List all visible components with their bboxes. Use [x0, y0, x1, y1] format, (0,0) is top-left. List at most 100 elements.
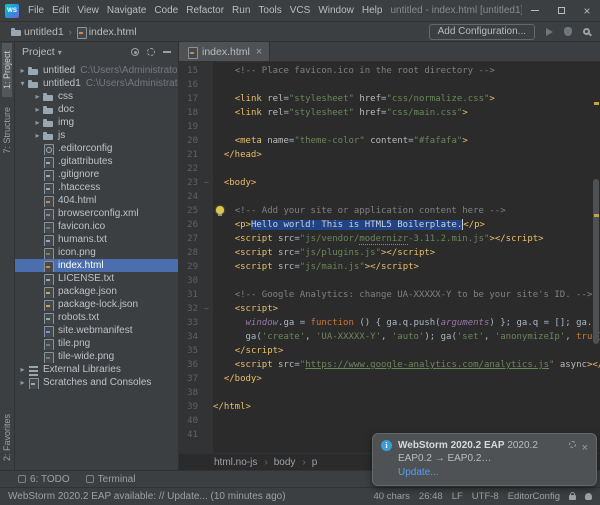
line-number[interactable]: 28 — [179, 246, 202, 260]
breadcrumb-html-no-js[interactable]: html.no-js — [211, 457, 271, 468]
tool-button-6-todo[interactable]: 6: TODO — [18, 474, 70, 485]
locate-file-icon[interactable] — [131, 48, 139, 56]
code-text[interactable]: </head> — [211, 148, 600, 162]
line-number[interactable]: 19 — [179, 120, 202, 134]
tree-item-favicon-ico[interactable]: favicon.ico — [15, 220, 178, 233]
code-text[interactable]: window.ga = function () { ga.q.push(argu… — [211, 316, 600, 330]
tree-item-tile-png[interactable]: tile.png — [15, 337, 178, 350]
menu-run[interactable]: Run — [228, 0, 254, 21]
lock-icon[interactable] — [569, 492, 576, 500]
menu-navigate[interactable]: Navigate — [103, 0, 150, 21]
tool-button-2-favorites[interactable]: 2: Favorites — [2, 406, 12, 469]
tool-button-7-structure[interactable]: 7: Structure — [2, 99, 12, 162]
status-editorconfig[interactable]: EditorConfig — [508, 491, 560, 502]
code-text[interactable] — [211, 190, 600, 204]
tree-item-scratches-and-consoles[interactable]: ▸ Scratches and Consoles — [15, 376, 178, 389]
menu-help[interactable]: Help — [358, 0, 387, 21]
add-configuration-button[interactable]: Add Configuration... — [428, 23, 535, 40]
breadcrumb-project[interactable]: untitled1 — [24, 26, 64, 38]
tree-item-gitignore[interactable]: .gitignore — [15, 168, 178, 181]
balloon-close-icon[interactable] — [582, 438, 588, 456]
intention-bulb-icon[interactable] — [216, 206, 224, 216]
tool-button-terminal[interactable]: Terminal — [85, 474, 135, 485]
code-text[interactable]: <script src="js/vendor/modernizr-3.11.2.… — [211, 232, 600, 246]
maximize-button[interactable] — [548, 0, 574, 21]
scrollbar-thumb[interactable] — [593, 179, 599, 344]
tree-item-css[interactable]: ▸ css — [15, 90, 178, 103]
close-button[interactable] — [574, 0, 600, 21]
breadcrumb-body[interactable]: body — [271, 457, 309, 468]
tool-button-1-project[interactable]: 1: Project — [2, 43, 12, 98]
code-text[interactable]: <script> — [211, 302, 600, 316]
menu-view[interactable]: View — [73, 0, 103, 21]
line-number[interactable]: 27 — [179, 232, 202, 246]
menu-edit[interactable]: Edit — [48, 0, 73, 21]
code-text[interactable]: <script src="js/plugins.js"></script> — [211, 246, 600, 260]
line-number[interactable]: 15 — [179, 64, 202, 78]
project-view-selector[interactable]: Project — [22, 46, 62, 58]
chevron-right-icon[interactable]: ▸ — [33, 129, 42, 142]
code-text[interactable] — [211, 414, 600, 428]
line-number[interactable]: 25 — [179, 204, 202, 218]
code-text[interactable]: <body> — [211, 176, 600, 190]
minimize-button[interactable] — [522, 0, 548, 21]
line-number[interactable]: 34 — [179, 330, 202, 344]
code-text[interactable]: <!-- Place favicon.ico in the root direc… — [211, 64, 600, 78]
tab-close-icon[interactable] — [256, 46, 262, 58]
tree-item-package-json[interactable]: package.json — [15, 285, 178, 298]
chevron-right-icon[interactable]: ▸ — [33, 116, 42, 129]
breadcrumb-p[interactable]: p — [309, 457, 321, 468]
tab-index-html[interactable]: index.html — [179, 42, 271, 61]
debug-icon[interactable] — [564, 27, 572, 36]
tree-item-untitled1[interactable]: ▾ untitled1 C:\Users\Administrator — [15, 77, 178, 90]
line-number[interactable]: 23 — [179, 176, 202, 190]
line-number[interactable]: 40 — [179, 414, 202, 428]
line-number[interactable]: 33 — [179, 316, 202, 330]
code-text[interactable] — [211, 120, 600, 134]
chevron-right-icon[interactable]: ▸ — [33, 90, 42, 103]
breadcrumb-file[interactable]: index.html — [89, 26, 137, 38]
fold-marker-icon[interactable]: − — [202, 302, 211, 316]
tree-item-humans-txt[interactable]: humans.txt — [15, 233, 178, 246]
code-text[interactable]: <!-- Add your site or application conten… — [211, 204, 600, 218]
tree-item-license-txt[interactable]: LICENSE.txt — [15, 272, 178, 285]
status-26-48[interactable]: 26:48 — [419, 491, 443, 502]
chevron-down-icon[interactable]: ▾ — [18, 77, 27, 90]
code-text[interactable] — [211, 386, 600, 400]
editor-scrollbar[interactable] — [592, 62, 600, 453]
update-link[interactable]: Update... — [398, 466, 439, 479]
tree-item-index-html[interactable]: index.html — [15, 259, 178, 272]
line-number[interactable]: 22 — [179, 162, 202, 176]
menu-code[interactable]: Code — [150, 0, 182, 21]
tree-item-gitattributes[interactable]: .gitattributes — [15, 155, 178, 168]
line-number[interactable]: 29 — [179, 260, 202, 274]
line-number[interactable]: 16 — [179, 78, 202, 92]
code-text[interactable] — [211, 162, 600, 176]
menu-window[interactable]: Window — [314, 0, 358, 21]
chevron-right-icon[interactable]: ▸ — [33, 103, 42, 116]
tree-item-untitled[interactable]: ▸ untitled C:\Users\Administrator — [15, 64, 178, 77]
code-text[interactable] — [211, 78, 600, 92]
status-utf-8[interactable]: UTF-8 — [472, 491, 499, 502]
tree-item-img[interactable]: ▸ img — [15, 116, 178, 129]
chevron-right-icon[interactable]: ▸ — [18, 376, 27, 389]
code-text[interactable]: <meta name="theme-color" content="#fafaf… — [211, 134, 600, 148]
chevron-right-icon[interactable]: ▸ — [18, 363, 27, 376]
code-editor[interactable]: 15 <!-- Place favicon.ico in the root di… — [179, 62, 600, 453]
tree-item-editorconfig[interactable]: .editorconfig — [15, 142, 178, 155]
search-icon[interactable] — [583, 28, 590, 35]
code-text[interactable]: <link rel="stylesheet" href="css/main.cs… — [211, 106, 600, 120]
code-text[interactable]: <script src="https://www.google-analytic… — [211, 358, 600, 372]
settings-gear-icon[interactable] — [147, 48, 155, 56]
tree-item-htaccess[interactable]: .htaccess — [15, 181, 178, 194]
line-number[interactable]: 32 — [179, 302, 202, 316]
status-message[interactable]: WebStorm 2020.2 EAP available: // Update… — [8, 491, 286, 502]
tree-item-robots-txt[interactable]: robots.txt — [15, 311, 178, 324]
line-number[interactable]: 17 — [179, 92, 202, 106]
tree-item-doc[interactable]: ▸ doc — [15, 103, 178, 116]
fold-marker-icon[interactable]: − — [202, 176, 211, 190]
tree-item-browserconfig-xml[interactable]: browserconfig.xml — [15, 207, 178, 220]
line-number[interactable]: 26 — [179, 218, 202, 232]
line-number[interactable]: 24 — [179, 190, 202, 204]
run-icon[interactable] — [546, 27, 553, 36]
